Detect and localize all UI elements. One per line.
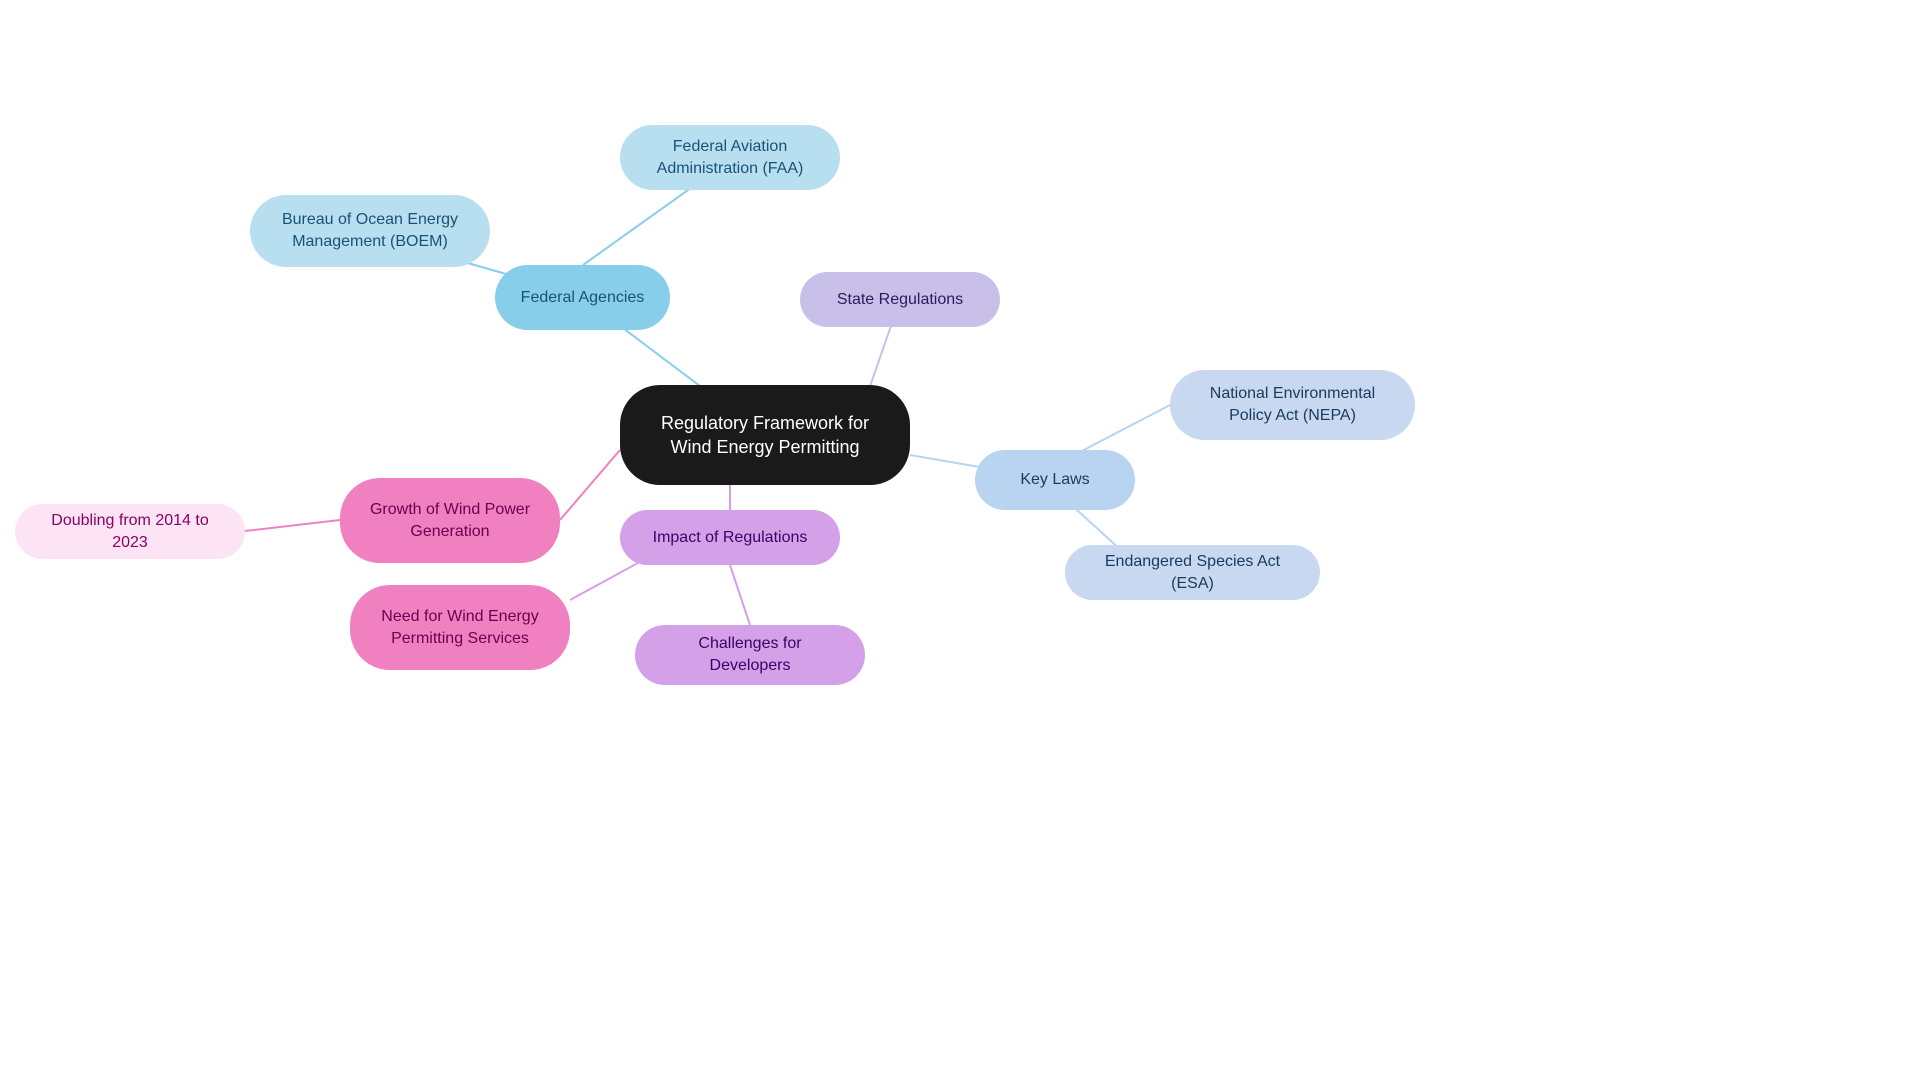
- esa-node: Endangered Species Act (ESA): [1065, 545, 1320, 600]
- state-regs-node: State Regulations: [800, 272, 1000, 327]
- challenges-node: Challenges for Developers: [635, 625, 865, 685]
- boem-node: Bureau of Ocean Energy Management (BOEM): [250, 195, 490, 267]
- growth-node: Growth of Wind Power Generation: [340, 478, 560, 563]
- key-laws-label: Key Laws: [1020, 469, 1089, 491]
- doubling-label: Doubling from 2014 to 2023: [37, 510, 223, 553]
- center-node: Regulatory Framework for Wind Energy Per…: [620, 385, 910, 485]
- state-regs-label: State Regulations: [837, 289, 963, 311]
- challenges-label: Challenges for Developers: [657, 633, 843, 676]
- key-laws-node: Key Laws: [975, 450, 1135, 510]
- boem-label: Bureau of Ocean Energy Management (BOEM): [272, 209, 468, 252]
- faa-node: Federal Aviation Administration (FAA): [620, 125, 840, 190]
- center-label: Regulatory Framework for Wind Energy Per…: [642, 411, 888, 460]
- faa-label: Federal Aviation Administration (FAA): [642, 136, 818, 179]
- impact-label: Impact of Regulations: [653, 527, 808, 549]
- need-node: Need for Wind Energy Permitting Services: [350, 585, 570, 670]
- need-label: Need for Wind Energy Permitting Services: [372, 606, 548, 649]
- esa-label: Endangered Species Act (ESA): [1087, 551, 1298, 594]
- federal-agencies-label: Federal Agencies: [521, 287, 645, 309]
- growth-label: Growth of Wind Power Generation: [362, 499, 538, 542]
- federal-agencies-node: Federal Agencies: [495, 265, 670, 330]
- doubling-node: Doubling from 2014 to 2023: [15, 504, 245, 559]
- nepa-node: National Environmental Policy Act (NEPA): [1170, 370, 1415, 440]
- impact-node: Impact of Regulations: [620, 510, 840, 565]
- nepa-label: National Environmental Policy Act (NEPA): [1192, 383, 1393, 426]
